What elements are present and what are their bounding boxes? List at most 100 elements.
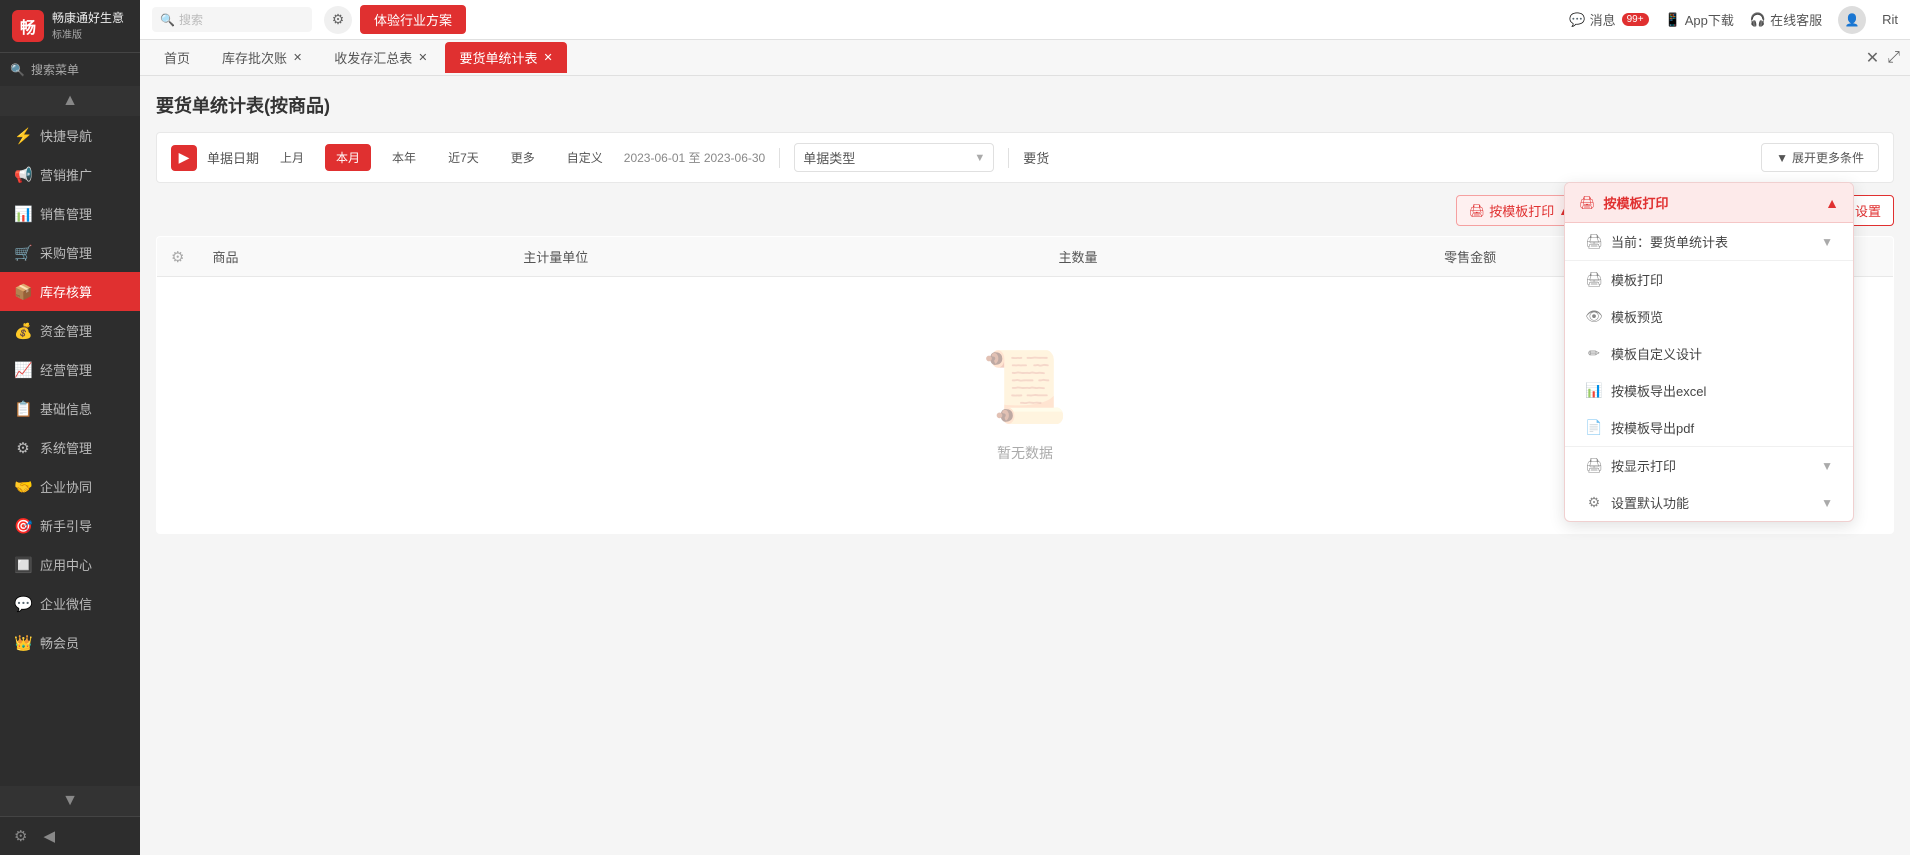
- user-name: Rit: [1882, 12, 1898, 27]
- sidebar-item-企业微信[interactable]: 💬 企业微信: [0, 584, 140, 623]
- messages-label: 消息: [1590, 10, 1616, 29]
- nav-icon-基础信息: 📋: [14, 400, 32, 418]
- dropdown-item-模板打印[interactable]: 🖨 模板打印: [1565, 261, 1853, 298]
- expand-label: 展开更多条件: [1792, 149, 1864, 166]
- avatar-placeholder: 👤: [1845, 13, 1860, 27]
- filter-divider-1: [779, 148, 780, 168]
- nav-icon-快捷导航: ⚡: [14, 127, 32, 145]
- tab-要货单统计表[interactable]: 要货单统计表 ✕: [445, 42, 566, 73]
- sidebar-item-基础信息[interactable]: 📋 基础信息: [0, 389, 140, 428]
- dropdown-item-按模板导出pdf[interactable]: 📄 按模板导出pdf: [1565, 409, 1853, 446]
- tab-收发存汇总表[interactable]: 收发存汇总表 ✕: [320, 42, 441, 73]
- settings-icon[interactable]: ⚙: [14, 827, 27, 845]
- dropdown-expand-arrow-2: ▼: [1821, 496, 1833, 510]
- dropdown-icon-设置默认功能: ⚙: [1585, 494, 1603, 511]
- table-header-商品: 商品: [198, 237, 509, 277]
- nav-label-快捷导航: 快捷导航: [40, 126, 92, 145]
- collapse-icon[interactable]: ◀: [43, 827, 55, 845]
- date-filter-label: 单据日期: [207, 148, 259, 167]
- sidebar-item-销售管理[interactable]: 📊 销售管理: [0, 194, 140, 233]
- phone-icon: 📱: [1665, 12, 1681, 28]
- topbar-gear-button[interactable]: ⚙: [324, 6, 352, 34]
- tab-label-首页: 首页: [164, 48, 190, 67]
- tab-bar: 首页 库存批次账 ✕ 收发存汇总表 ✕ 要货单统计表 ✕ ✕ ⤢: [140, 40, 1910, 76]
- avatar[interactable]: 👤: [1838, 6, 1866, 34]
- order-type-select[interactable]: 单据类型 ▼: [794, 143, 994, 172]
- sidebar-search[interactable]: 🔍 搜索菜单: [0, 53, 140, 86]
- logo-icon: 畅: [12, 10, 44, 42]
- date-btn-本年[interactable]: 本年: [381, 144, 427, 171]
- sidebar-item-采购管理[interactable]: 🛒 采购管理: [0, 233, 140, 272]
- sidebar-item-新手引导[interactable]: 🎯 新手引导: [0, 506, 140, 545]
- tab-close-area: ✕ ⤢: [1866, 48, 1900, 68]
- tab-首页[interactable]: 首页: [150, 42, 204, 73]
- order-type-chevron-icon: ▼: [974, 152, 985, 164]
- sidebar-item-应用中心[interactable]: 🔲 应用中心: [0, 545, 140, 584]
- empty-state-label: 暂无数据: [997, 443, 1053, 463]
- nav-icon-经营管理: 📈: [14, 361, 32, 379]
- online-service-button[interactable]: 🎧 在线客服: [1750, 10, 1822, 29]
- date-btn-近7天[interactable]: 近7天: [437, 144, 490, 171]
- sidebar-item-资金管理[interactable]: 💰 资金管理: [0, 311, 140, 350]
- nav-label-企业协同: 企业协同: [40, 477, 92, 496]
- app-download-label: App下载: [1685, 10, 1734, 29]
- topbar-search-icon: 🔍: [160, 13, 175, 27]
- dropdown-icon-按模板导出pdf: 📄: [1585, 419, 1603, 436]
- tab-close-window-icon[interactable]: ✕: [1866, 48, 1879, 68]
- expand-conditions-button[interactable]: ▼ 展开更多条件: [1761, 143, 1879, 172]
- dropdown-item-按模板导出excel[interactable]: 📊 按模板导出excel: [1565, 372, 1853, 409]
- tab-close-库存批次账[interactable]: ✕: [293, 51, 302, 64]
- tab-label-收发存汇总表: 收发存汇总表: [334, 48, 412, 67]
- dropdown-header-title: 按模板打印: [1604, 193, 1818, 212]
- date-btn-更多[interactable]: 更多: [500, 144, 546, 171]
- expand-icon: ▼: [1776, 151, 1788, 165]
- tab-close-要货单统计表[interactable]: ✕: [544, 51, 553, 64]
- topbar-search[interactable]: 🔍 搜索: [152, 7, 312, 32]
- trial-button[interactable]: 体验行业方案: [360, 5, 466, 34]
- nav-label-营销推广: 营销推广: [40, 165, 92, 184]
- nav-icon-畅会员: 👑: [14, 634, 32, 652]
- page-content: 要货单统计表(按商品) ▶ 单据日期 上月 本月 本年 近7天 更多 自定义 2…: [140, 76, 1910, 855]
- nav-label-基础信息: 基础信息: [40, 399, 92, 418]
- topbar-right: 💬 消息 99+ 📱 App下载 🎧 在线客服 👤 Rit: [1569, 6, 1898, 34]
- table-settings-icon[interactable]: ⚙: [171, 249, 184, 266]
- nav-label-系统管理: 系统管理: [40, 438, 92, 457]
- sidebar-item-系统管理[interactable]: ⚙ 系统管理: [0, 428, 140, 467]
- messages-button[interactable]: 💬 消息 99+: [1569, 10, 1648, 29]
- topbar: 🔍 搜索 ⚙ 体验行业方案 💬 消息 99+ 📱 App下载 🎧 在线客服 👤: [140, 0, 1910, 40]
- sidebar-item-库存核算[interactable]: 📦 库存核算: [0, 272, 140, 311]
- dropdown-item-设置默认功能[interactable]: ⚙ 设置默认功能 ▼: [1565, 484, 1853, 521]
- filter-expand-button[interactable]: ▶: [171, 145, 197, 171]
- dropdown-label-按模板导出pdf: 按模板导出pdf: [1611, 418, 1694, 437]
- dropdown-icon-按模板导出excel: 📊: [1585, 382, 1603, 399]
- tab-close-收发存汇总表[interactable]: ✕: [418, 51, 427, 64]
- sidebar-item-快捷导航[interactable]: ⚡ 快捷导航: [0, 116, 140, 155]
- dropdown-header: 🖨 按模板打印 ▲: [1565, 183, 1853, 223]
- dropdown-current-icon: 🖨: [1585, 233, 1603, 250]
- dropdown-icon-按显示打印: 🖨: [1585, 457, 1603, 474]
- message-icon: 💬: [1569, 12, 1585, 28]
- dropdown-item-按显示打印[interactable]: 🖨 按显示打印 ▼: [1565, 447, 1853, 484]
- sidebar-item-畅会员[interactable]: 👑 畅会员: [0, 623, 140, 662]
- sidebar-scroll-up[interactable]: ▲: [0, 86, 140, 116]
- date-btn-自定义[interactable]: 自定义: [556, 144, 614, 171]
- filter-row-1: ▶ 单据日期 上月 本月 本年 近7天 更多 自定义 2023-06-01 至 …: [171, 143, 1879, 172]
- dropdown-item-模板自定义设计[interactable]: ✏ 模板自定义设计: [1565, 335, 1853, 372]
- dropdown-item-模板预览[interactable]: 👁 模板预览: [1565, 298, 1853, 335]
- sidebar-item-经营管理[interactable]: 📈 经营管理: [0, 350, 140, 389]
- dropdown-item-current[interactable]: 🖨 当前：要货单统计表 ▼: [1565, 223, 1853, 260]
- messages-badge: 99+: [1622, 13, 1649, 26]
- nav-icon-销售管理: 📊: [14, 205, 32, 223]
- tab-expand-icon[interactable]: ⤢: [1887, 49, 1900, 67]
- topbar-actions: ⚙: [324, 6, 352, 34]
- sidebar-scroll-down[interactable]: ▼: [0, 786, 140, 816]
- app-download-button[interactable]: 📱 App下载: [1665, 10, 1734, 29]
- date-btn-本月[interactable]: 本月: [325, 144, 371, 171]
- tab-库存批次账[interactable]: 库存批次账 ✕: [208, 42, 316, 73]
- date-btn-上月[interactable]: 上月: [269, 144, 315, 171]
- filter-divider-2: [1008, 148, 1009, 168]
- print-dropdown-panel: 🖨 按模板打印 ▲ 🖨 当前：要货单统计表 ▼ 🖨 模板打印 👁 模板预览 ✏ …: [1564, 182, 1854, 522]
- dropdown-close-icon[interactable]: ▲: [1825, 195, 1839, 211]
- sidebar-item-营销推广[interactable]: 📢 营销推广: [0, 155, 140, 194]
- sidebar-item-企业协同[interactable]: 🤝 企业协同: [0, 467, 140, 506]
